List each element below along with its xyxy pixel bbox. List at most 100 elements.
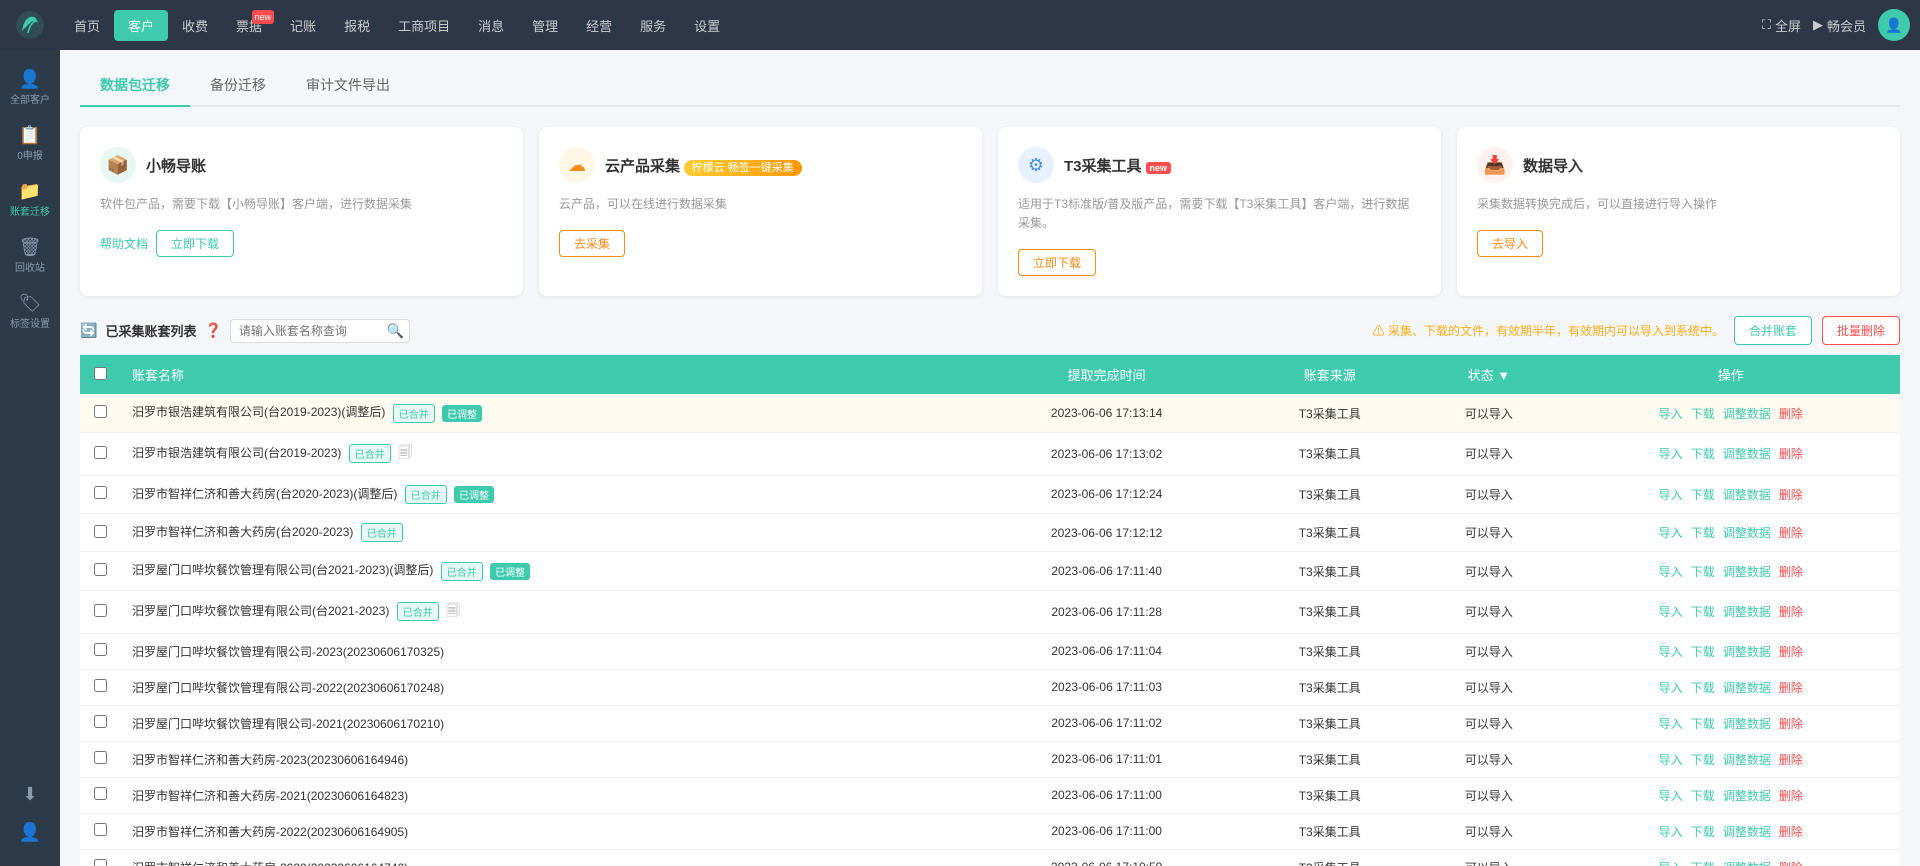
sidebar-bottom-0[interactable]: ⬇ <box>0 775 60 813</box>
row-action-下载[interactable]: 下载 <box>1691 405 1715 422</box>
nav-item-经营[interactable]: 经营 <box>572 10 626 41</box>
app-logo[interactable] <box>10 5 50 45</box>
row-action-导入[interactable]: 导入 <box>1659 524 1683 541</box>
row-action-导入[interactable]: 导入 <box>1659 787 1683 804</box>
row-action-导入[interactable]: 导入 <box>1659 405 1683 422</box>
row-action-调整数据[interactable]: 调整数据 <box>1723 603 1771 620</box>
nav-item-服务[interactable]: 服务 <box>626 10 680 41</box>
sidebar-item-1[interactable]: 📋0申报 <box>0 116 60 172</box>
nav-item-记账[interactable]: 记账 <box>276 10 330 41</box>
row-action-调整数据[interactable]: 调整数据 <box>1723 486 1771 503</box>
card-btn-xiaochang[interactable]: 立即下载 <box>156 230 234 257</box>
batch-delete-button[interactable]: 批量删除 <box>1822 316 1900 345</box>
row-action-下载[interactable]: 下载 <box>1691 643 1715 660</box>
nav-item-管理[interactable]: 管理 <box>518 10 572 41</box>
nav-item-票据[interactable]: 票据new <box>222 10 276 41</box>
row-action-调整数据[interactable]: 调整数据 <box>1723 787 1771 804</box>
sidebar-bottom-1[interactable]: 👤 <box>0 813 60 851</box>
row-action-删除[interactable]: 删除 <box>1779 751 1803 768</box>
refresh-icon[interactable]: 🔄 <box>80 322 97 339</box>
tab-备份迁移[interactable]: 备份迁移 <box>190 65 286 107</box>
row-checkbox-input[interactable] <box>94 859 107 866</box>
row-checkbox-input[interactable] <box>94 486 107 499</box>
search-input[interactable] <box>230 319 410 343</box>
nav-item-报税[interactable]: 报税 <box>330 10 384 41</box>
row-checkbox-input[interactable] <box>94 446 107 459</box>
tab-数据包迁移[interactable]: 数据包迁移 <box>80 65 190 107</box>
sidebar-item-2[interactable]: 📁账套迁移 <box>0 172 60 228</box>
tab-审计文件导出[interactable]: 审计文件导出 <box>286 65 410 107</box>
row-checkbox-input[interactable] <box>94 643 107 656</box>
row-action-调整数据[interactable]: 调整数据 <box>1723 859 1771 866</box>
sidebar-item-0[interactable]: 👤全部客户 <box>0 60 60 116</box>
row-action-调整数据[interactable]: 调整数据 <box>1723 405 1771 422</box>
row-action-删除[interactable]: 删除 <box>1779 679 1803 696</box>
row-action-删除[interactable]: 删除 <box>1779 643 1803 660</box>
card-btn-t3[interactable]: 立即下载 <box>1018 249 1096 276</box>
row-action-导入[interactable]: 导入 <box>1659 751 1683 768</box>
row-action-下载[interactable]: 下载 <box>1691 751 1715 768</box>
row-action-删除[interactable]: 删除 <box>1779 603 1803 620</box>
row-action-调整数据[interactable]: 调整数据 <box>1723 715 1771 732</box>
row-action-下载[interactable]: 下载 <box>1691 859 1715 866</box>
row-action-导入[interactable]: 导入 <box>1659 643 1683 660</box>
row-action-导入[interactable]: 导入 <box>1659 603 1683 620</box>
nav-item-设置[interactable]: 设置 <box>680 10 734 41</box>
search-button[interactable]: 🔍 <box>386 322 403 339</box>
row-action-调整数据[interactable]: 调整数据 <box>1723 563 1771 580</box>
row-action-导入[interactable]: 导入 <box>1659 563 1683 580</box>
row-checkbox-input[interactable] <box>94 604 107 617</box>
row-action-删除[interactable]: 删除 <box>1779 715 1803 732</box>
row-checkbox-input[interactable] <box>94 823 107 836</box>
row-checkbox-input[interactable] <box>94 679 107 692</box>
row-action-导入[interactable]: 导入 <box>1659 859 1683 866</box>
row-action-调整数据[interactable]: 调整数据 <box>1723 524 1771 541</box>
row-action-删除[interactable]: 删除 <box>1779 405 1803 422</box>
help-icon[interactable]: ❓ <box>204 322 221 339</box>
nav-item-客户[interactable]: 客户 <box>114 10 168 41</box>
nav-item-工商项目[interactable]: 工商项目 <box>384 10 464 41</box>
sidebar-item-3[interactable]: 🗑回收站 <box>0 228 60 284</box>
row-action-导入[interactable]: 导入 <box>1659 486 1683 503</box>
row-action-导入[interactable]: 导入 <box>1659 823 1683 840</box>
row-action-下载[interactable]: 下载 <box>1691 679 1715 696</box>
row-action-下载[interactable]: 下载 <box>1691 603 1715 620</box>
row-action-导入[interactable]: 导入 <box>1659 715 1683 732</box>
row-action-删除[interactable]: 删除 <box>1779 486 1803 503</box>
nav-item-收费[interactable]: 收费 <box>168 10 222 41</box>
row-action-调整数据[interactable]: 调整数据 <box>1723 643 1771 660</box>
row-action-调整数据[interactable]: 调整数据 <box>1723 679 1771 696</box>
row-action-下载[interactable]: 下载 <box>1691 486 1715 503</box>
row-checkbox-input[interactable] <box>94 563 107 576</box>
card-btn-cloud[interactable]: 去采集 <box>559 230 625 257</box>
merge-button[interactable]: 合并账套 <box>1734 316 1812 345</box>
row-action-下载[interactable]: 下载 <box>1691 563 1715 580</box>
row-action-下载[interactable]: 下载 <box>1691 823 1715 840</box>
row-action-删除[interactable]: 删除 <box>1779 787 1803 804</box>
nav-item-消息[interactable]: 消息 <box>464 10 518 41</box>
row-action-下载[interactable]: 下载 <box>1691 445 1715 462</box>
row-checkbox-input[interactable] <box>94 405 107 418</box>
row-action-删除[interactable]: 删除 <box>1779 859 1803 866</box>
row-action-调整数据[interactable]: 调整数据 <box>1723 445 1771 462</box>
fullscreen-button[interactable]: ⛶ 全屏 <box>1762 16 1801 35</box>
col-header-status[interactable]: 状态 ▼ <box>1416 355 1561 394</box>
vip-button[interactable]: ▶ 畅会员 <box>1813 16 1866 35</box>
row-action-下载[interactable]: 下载 <box>1691 715 1715 732</box>
row-action-删除[interactable]: 删除 <box>1779 563 1803 580</box>
select-all-checkbox[interactable] <box>94 367 107 380</box>
row-checkbox-input[interactable] <box>94 751 107 764</box>
card-btn-dataimport[interactable]: 去导入 <box>1477 230 1543 257</box>
user-avatar[interactable]: 👤 <box>1878 9 1910 41</box>
row-checkbox-input[interactable] <box>94 787 107 800</box>
row-action-删除[interactable]: 删除 <box>1779 823 1803 840</box>
row-action-删除[interactable]: 删除 <box>1779 445 1803 462</box>
row-action-下载[interactable]: 下载 <box>1691 524 1715 541</box>
row-action-下载[interactable]: 下载 <box>1691 787 1715 804</box>
row-action-调整数据[interactable]: 调整数据 <box>1723 751 1771 768</box>
nav-item-首页[interactable]: 首页 <box>60 10 114 41</box>
card-link-xiaochang[interactable]: 帮助文档 <box>100 235 148 252</box>
sidebar-item-4[interactable]: 🏷标签设置 <box>0 284 60 340</box>
row-action-调整数据[interactable]: 调整数据 <box>1723 823 1771 840</box>
row-checkbox-input[interactable] <box>94 715 107 728</box>
